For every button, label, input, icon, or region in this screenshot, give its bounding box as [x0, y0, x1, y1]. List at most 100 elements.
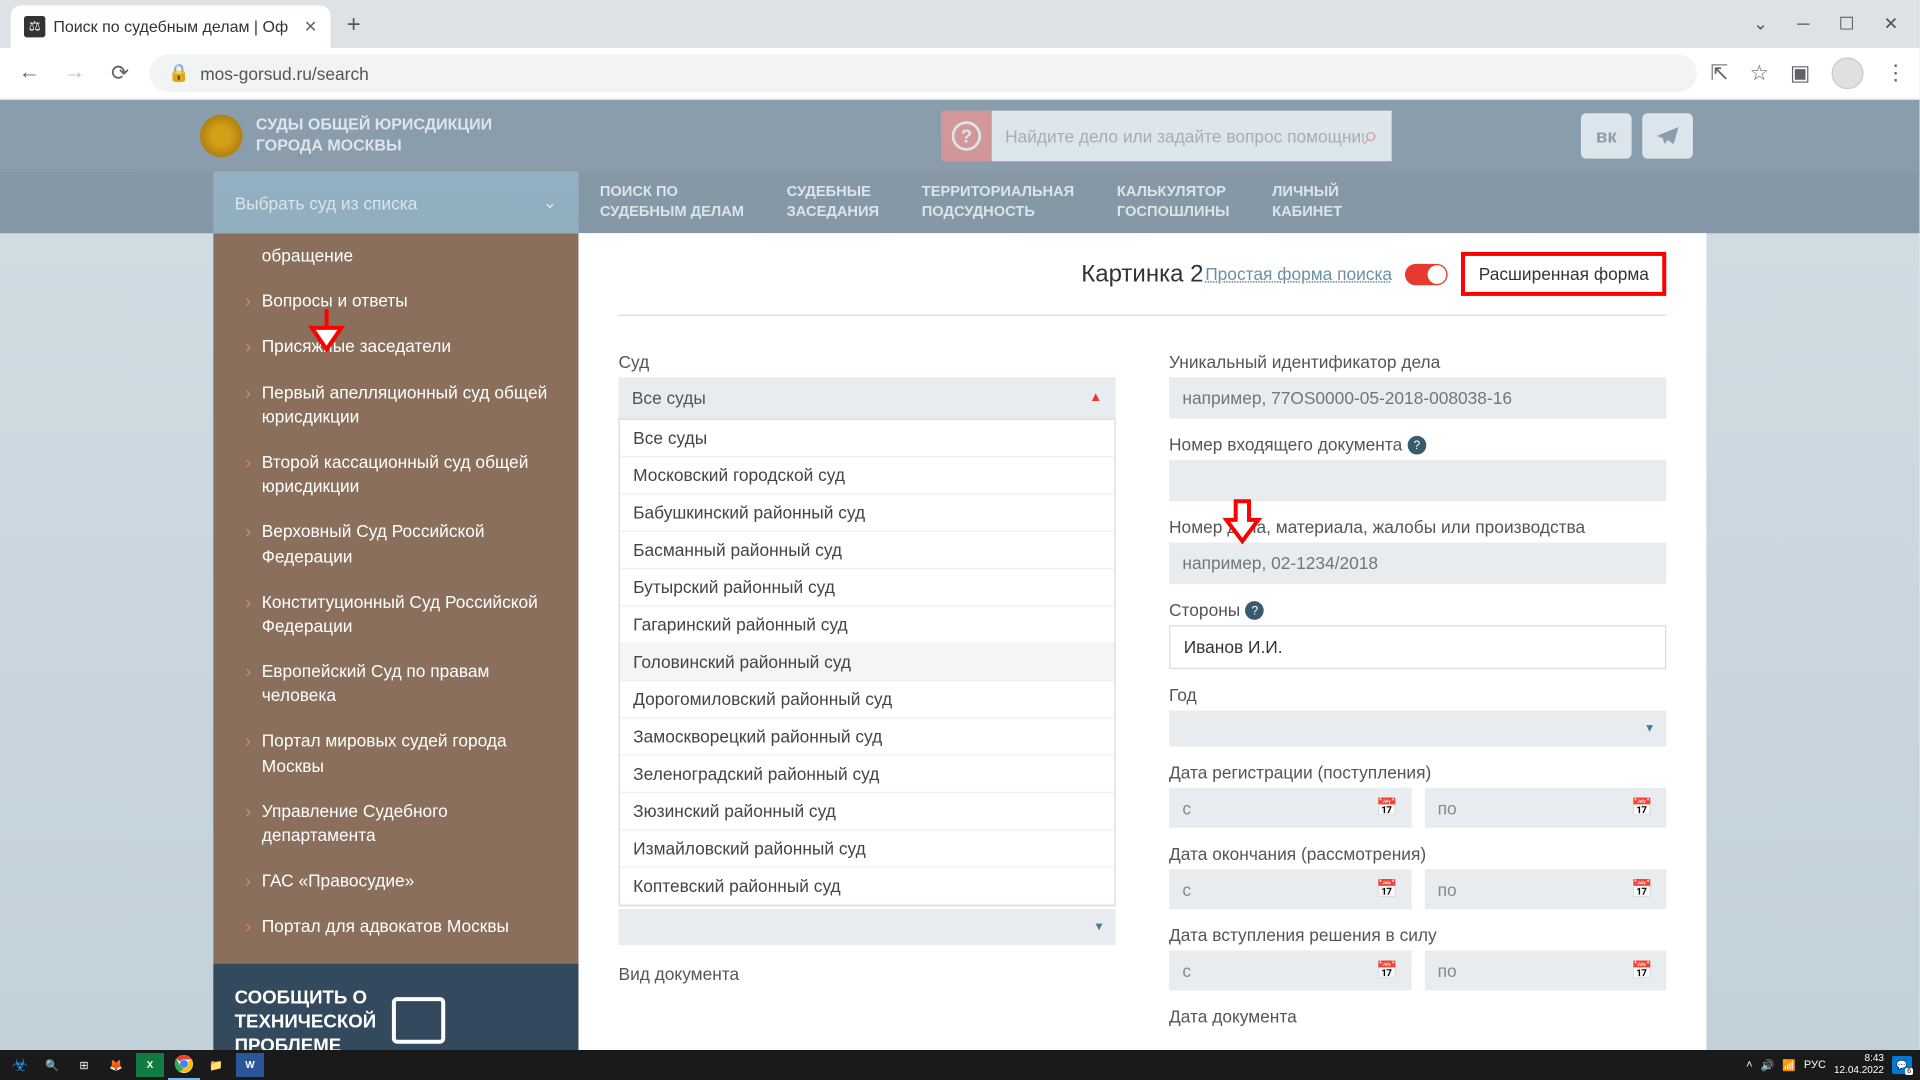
court-select[interactable]: Все суды ▲ — [619, 377, 1116, 418]
maximize-button[interactable]: ☐ — [1839, 13, 1855, 34]
court-select-bottom[interactable]: ▾ — [619, 909, 1116, 945]
wifi-icon[interactable]: 📶 — [1782, 1059, 1796, 1072]
court-option[interactable]: Измайловский районный суд — [620, 830, 1115, 867]
task-view-icon[interactable]: ⊞ — [68, 1050, 100, 1080]
force-date-label: Дата вступления решения в силу — [1169, 925, 1666, 945]
chevron-right-icon: › — [245, 730, 251, 778]
court-option[interactable]: Дорогомиловский районный суд — [620, 681, 1115, 718]
uid-label: Уникальный идентификатор дела — [1169, 352, 1666, 372]
sidebar-item-8[interactable]: ›Портал мировых судей города Москвы — [213, 719, 578, 789]
court-option[interactable]: Замоскворецкий районный суд — [620, 718, 1115, 755]
end-date-to[interactable]: по📅 — [1424, 869, 1666, 909]
court-option[interactable]: Зюзинский районный суд — [620, 793, 1115, 830]
help-icon[interactable]: ? — [1408, 435, 1427, 454]
forward-button[interactable]: → — [59, 61, 91, 85]
sidebar-item-9[interactable]: ›Управление Судебного департамента — [213, 789, 578, 859]
volume-icon[interactable]: 🔊 — [1761, 1059, 1775, 1072]
annotation-arrow-icon — [1222, 499, 1262, 547]
court-option[interactable]: Бабушкинский районный суд — [620, 495, 1115, 532]
court-option[interactable]: Зеленоградский районный суд — [620, 756, 1115, 793]
court-option[interactable]: Все суды — [620, 420, 1115, 457]
sidebar-item-10[interactable]: ›ГАС «Правосудие» — [213, 859, 578, 905]
profile-avatar[interactable] — [1832, 57, 1864, 89]
parties-label: Стороны ? — [1169, 600, 1666, 620]
calendar-icon: 📅 — [1631, 960, 1653, 981]
sidebar-item-1[interactable]: ›Вопросы и ответы — [213, 279, 578, 325]
chevron-right-icon: › — [245, 800, 251, 848]
tab-favicon: ⚖ — [24, 16, 45, 37]
excel-icon[interactable]: X — [136, 1053, 164, 1077]
force-date-from[interactable]: с📅 — [1169, 950, 1411, 990]
caret-down-icon: ▾ — [1646, 721, 1653, 736]
sidebar-item-5[interactable]: ›Верховный Суд Российской Федерации — [213, 510, 578, 580]
calendar-icon: 📅 — [1376, 878, 1398, 899]
extensions-icon[interactable]: ▣ — [1790, 60, 1810, 87]
firefox-icon[interactable]: 🦊 — [100, 1050, 132, 1080]
biohazard-icon[interactable]: ☣ — [4, 1050, 36, 1080]
share-icon[interactable]: ⇱ — [1710, 60, 1728, 87]
court-dropdown: Все судыМосковский городской судБабушкин… — [619, 419, 1116, 907]
court-option[interactable]: Головинский районный суд — [620, 644, 1115, 681]
reload-button[interactable]: ⟳ — [104, 60, 136, 87]
close-window-button[interactable]: ✕ — [1884, 13, 1899, 34]
explorer-icon[interactable]: 📁 — [200, 1050, 232, 1080]
clock[interactable]: 8:43 12.04.2022 — [1834, 1053, 1884, 1077]
browser-tab[interactable]: ⚖ Поиск по судебным делам | Оф ✕ — [11, 5, 331, 48]
calendar-icon: 📅 — [1631, 797, 1653, 818]
chevron-right-icon: › — [245, 290, 251, 314]
parties-input[interactable] — [1169, 625, 1666, 669]
page-title: Картинка 2 — [1081, 260, 1203, 288]
taskbar: ☣ 🔍 ⊞ 🦊 X 📁 W ˄ 🔊 📶 РУС 8:43 12.04.2022 … — [0, 1050, 1920, 1080]
tab-close-icon[interactable]: ✕ — [304, 17, 317, 36]
back-button[interactable]: ← — [13, 61, 45, 85]
simple-form-link[interactable]: Простая форма поиска — [1205, 264, 1392, 284]
force-date-to[interactable]: по📅 — [1424, 950, 1666, 990]
court-option[interactable]: Коптевский районный суд — [620, 868, 1115, 905]
court-option[interactable]: Бутырский районный суд — [620, 569, 1115, 606]
year-label: Год — [1169, 685, 1666, 705]
chrome-icon[interactable] — [168, 1050, 200, 1080]
end-date-from[interactable]: с📅 — [1169, 869, 1411, 909]
end-date-label: Дата окончания (рассмотрения) — [1169, 844, 1666, 864]
chevron-right-icon: › — [245, 450, 251, 498]
doc-date-label: Дата документа — [1169, 1006, 1666, 1026]
year-select[interactable]: ▾ — [1169, 710, 1666, 746]
word-icon[interactable]: W — [236, 1053, 264, 1077]
form-toggle-switch[interactable] — [1405, 263, 1448, 284]
reg-date-from[interactable]: с📅 — [1169, 788, 1411, 828]
case-num-input[interactable] — [1169, 543, 1666, 584]
sidebar-item-2[interactable]: ›Присяжные заседатели — [213, 324, 578, 370]
logo-emblem — [200, 115, 243, 158]
court-option[interactable]: Московский городской суд — [620, 457, 1115, 494]
court-option[interactable]: Басманный районный суд — [620, 532, 1115, 569]
search-taskbar-icon[interactable]: 🔍 — [36, 1050, 68, 1080]
browser-tabs: ⚖ Поиск по судебным делам | Оф ✕ + ⌄ ─ ☐… — [0, 0, 1920, 48]
incoming-input[interactable] — [1169, 460, 1666, 501]
help-icon[interactable]: ? — [1246, 601, 1265, 620]
court-option[interactable]: Гагаринский районный суд — [620, 607, 1115, 644]
chevron-right-icon: › — [245, 520, 251, 568]
calendar-icon: 📅 — [1376, 960, 1398, 981]
url-text: mos-gorsud.ru/search — [200, 63, 369, 83]
sidebar-item-6[interactable]: ›Конституционный Суд Российской Федераци… — [213, 579, 578, 649]
new-tab-button[interactable]: + — [347, 10, 361, 38]
menu-icon[interactable]: ⋮ — [1885, 60, 1906, 87]
sidebar-item-3[interactable]: ›Первый апелляционный суд общей юрисдикц… — [213, 370, 578, 440]
uid-input[interactable] — [1169, 377, 1666, 418]
reg-date-to[interactable]: по📅 — [1424, 788, 1666, 828]
chevron-right-icon: › — [245, 869, 251, 893]
bookmark-icon[interactable]: ☆ — [1750, 60, 1769, 87]
chevron-right-icon: › — [245, 381, 251, 429]
language-indicator[interactable]: РУС — [1804, 1059, 1826, 1071]
sidebar-item-4[interactable]: ›Второй кассационный суд общей юрисдикци… — [213, 440, 578, 510]
chat-icon — [392, 998, 445, 1045]
sidebar-item-11[interactable]: ›Портал для адвокатов Москвы — [213, 904, 578, 950]
tray-expand-icon[interactable]: ˄ — [1746, 1059, 1752, 1071]
notifications-icon[interactable]: 6 💬 — [1892, 1056, 1912, 1074]
sidebar-item-7[interactable]: ›Европейский Суд по правам человека — [213, 649, 578, 719]
minimize-button[interactable]: ─ — [1797, 13, 1809, 34]
advanced-form-label: Расширенная форма — [1461, 252, 1666, 296]
sidebar-item-0[interactable]: ›обращение — [213, 233, 578, 279]
address-bar[interactable]: 🔒 mos-gorsud.ru/search — [149, 55, 1697, 92]
chevron-down-icon[interactable]: ⌄ — [1753, 13, 1768, 34]
